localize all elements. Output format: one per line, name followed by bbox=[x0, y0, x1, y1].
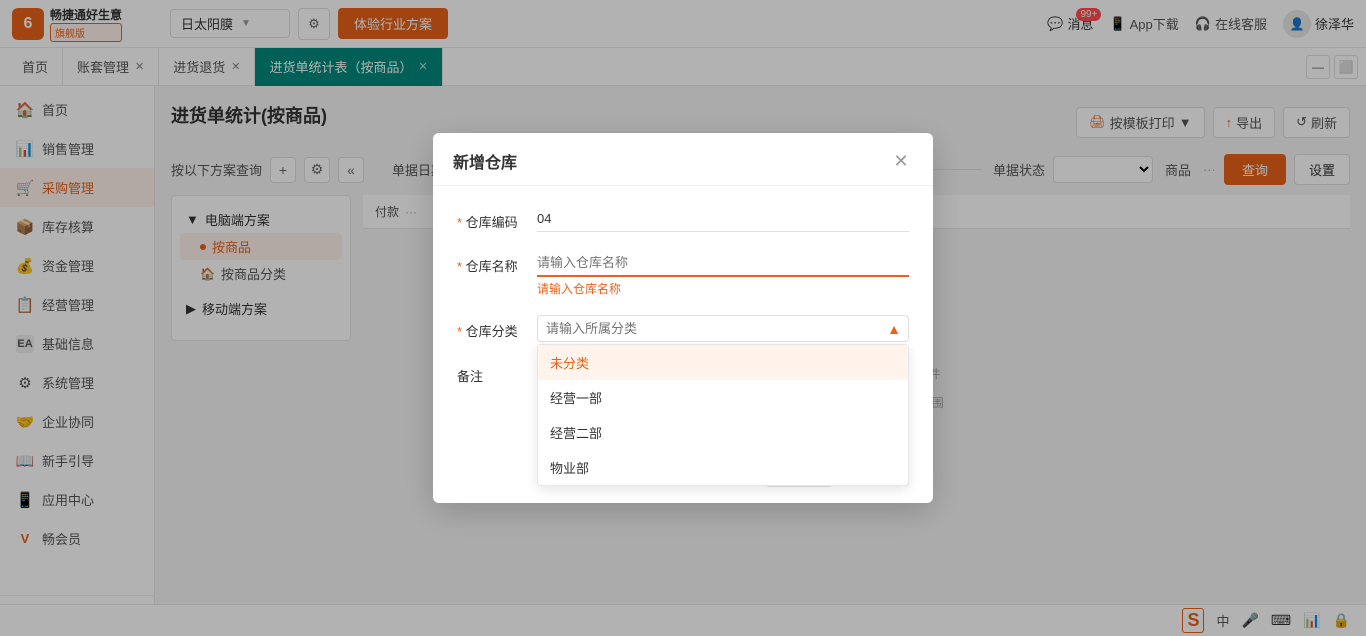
category-control: ▲ 未分类 经营一部 经营二部 物业部 bbox=[537, 315, 909, 342]
category-dropdown: 未分类 经营一部 经营二部 物业部 bbox=[537, 344, 909, 486]
form-item-category: 仓库分类 ▲ 未分类 经营一部 经营二部 物业部 bbox=[457, 315, 909, 342]
name-label: 仓库名称 bbox=[457, 250, 537, 275]
dropdown-item-2[interactable]: 经营二部 bbox=[538, 415, 908, 450]
modal-overlay: 新增仓库 ✕ 仓库编码 仓库名称 请输入仓库名称 仓库分类 bbox=[0, 0, 1366, 636]
code-label: 仓库编码 bbox=[457, 206, 537, 231]
dropdown-item-0[interactable]: 未分类 bbox=[538, 345, 908, 380]
modal-body: 仓库编码 仓库名称 请输入仓库名称 仓库分类 ▲ bbox=[433, 186, 933, 442]
note-label: 备注 bbox=[457, 360, 537, 385]
form-item-code: 仓库编码 bbox=[457, 206, 909, 232]
dropdown-item-1[interactable]: 经营一部 bbox=[538, 380, 908, 415]
modal-title: 新增仓库 bbox=[453, 149, 517, 173]
category-label: 仓库分类 bbox=[457, 315, 537, 340]
dropdown-item-3[interactable]: 物业部 bbox=[538, 450, 908, 485]
modal-close-btn[interactable]: ✕ bbox=[889, 149, 913, 173]
code-input[interactable] bbox=[537, 206, 909, 232]
name-input[interactable] bbox=[537, 250, 909, 277]
add-warehouse-modal: 新增仓库 ✕ 仓库编码 仓库名称 请输入仓库名称 仓库分类 bbox=[433, 133, 933, 503]
modal-header: 新增仓库 ✕ bbox=[433, 133, 933, 186]
code-control bbox=[537, 206, 909, 232]
name-control: 请输入仓库名称 bbox=[537, 250, 909, 297]
category-select-wrapper: ▲ bbox=[537, 315, 909, 342]
form-item-name: 仓库名称 请输入仓库名称 bbox=[457, 250, 909, 297]
category-input[interactable] bbox=[537, 315, 909, 342]
name-error-msg: 请输入仓库名称 bbox=[537, 280, 909, 297]
